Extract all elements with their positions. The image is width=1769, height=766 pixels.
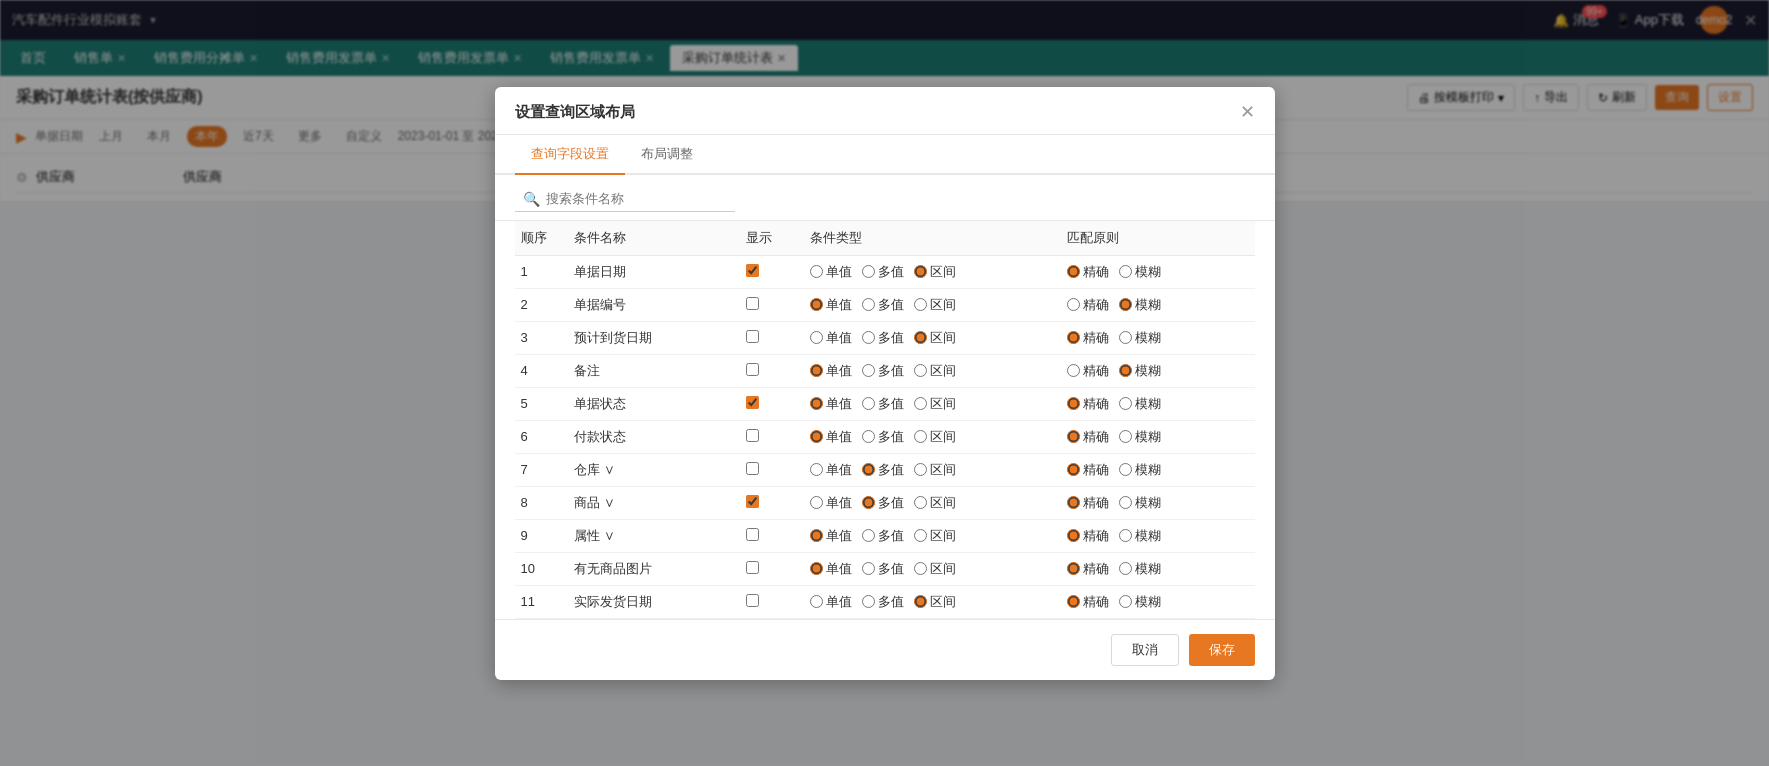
- dialog-body: 查询字段设置 布局调整 🔍 顺序 条: [495, 135, 1275, 202]
- dialog-tabs: 查询字段设置 布局调整: [495, 135, 1275, 175]
- tab-query-fields[interactable]: 查询字段设置: [515, 135, 625, 175]
- dialog-header: 设置查询区域布局 ✕: [495, 87, 1275, 135]
- tab-layout-adjust[interactable]: 布局调整: [625, 135, 709, 175]
- search-underline: 🔍: [515, 187, 735, 202]
- dialog-search-area: 🔍: [495, 175, 1275, 202]
- settings-dialog: 设置查询区域布局 ✕ 查询字段设置 布局调整 🔍: [495, 87, 1275, 202]
- search-input[interactable]: [546, 191, 727, 201]
- dialog-title: 设置查询区域布局: [515, 103, 635, 122]
- modal-overlay: 设置查询区域布局 ✕ 查询字段设置 布局调整 🔍: [0, 0, 1769, 201]
- search-icon: 🔍: [523, 191, 540, 202]
- dialog-close-icon[interactable]: ✕: [1240, 103, 1255, 121]
